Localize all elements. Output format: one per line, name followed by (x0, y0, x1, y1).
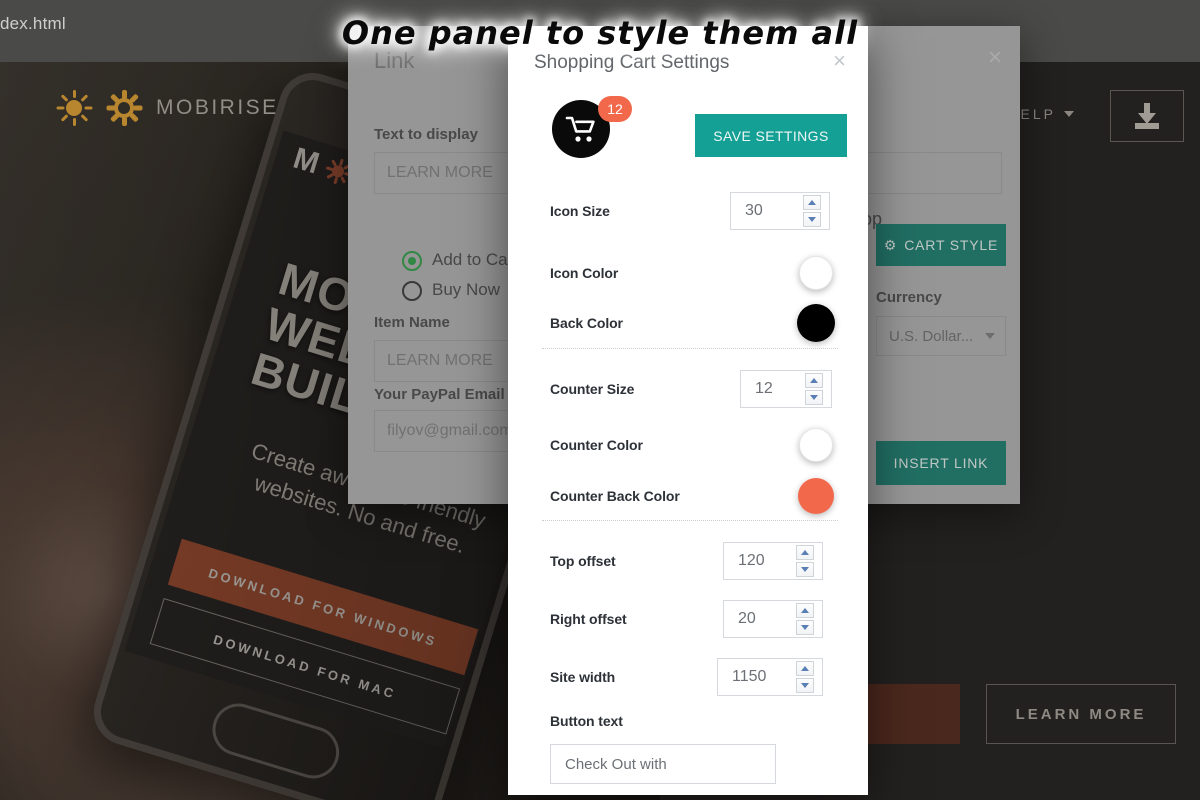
spinner-up-icon[interactable] (796, 603, 814, 618)
currency-label: Currency (876, 289, 942, 306)
radio-buy-now-label: Buy Now (432, 280, 501, 299)
spinner-arrows[interactable] (792, 542, 818, 580)
icon-size-spinner[interactable]: 30 (730, 192, 830, 230)
counter-size-spinner[interactable]: 12 (740, 370, 832, 408)
field-button-text-label: Button text (550, 713, 623, 729)
field-site-width-label: Site width (550, 669, 616, 685)
counter-size-value[interactable]: 12 (741, 380, 801, 398)
radio-add-to-cart[interactable] (402, 251, 422, 271)
field-back-color: Back Color (508, 294, 868, 352)
spinner-down-icon[interactable] (796, 620, 814, 635)
chevron-down-icon (251, 718, 287, 749)
back-color-swatch[interactable] (797, 304, 835, 342)
field-icon-size-label: Icon Size (550, 203, 610, 219)
spinner-arrows[interactable] (792, 658, 818, 696)
currency-select-value: U.S. Dollar... (889, 327, 974, 345)
spinner-down-icon[interactable] (803, 212, 821, 227)
sun-filled-icon (56, 90, 92, 126)
site-width-value[interactable]: 1150 (718, 668, 792, 686)
radio-buy-now[interactable] (402, 281, 422, 301)
field-top-offset-label: Top offset (550, 553, 616, 569)
spinner-down-icon[interactable] (796, 562, 814, 577)
field-counter-back-color: Counter Back Color (508, 467, 868, 525)
field-counter-back-color-label: Counter Back Color (550, 488, 680, 504)
chevron-down-icon (1064, 111, 1074, 117)
radio-add-to-cart-label: Add to Cart (432, 250, 518, 269)
insert-link-button[interactable]: INSERT LINK (876, 441, 1006, 485)
gear-icon: ⚙ (883, 236, 898, 253)
spinner-up-icon[interactable] (796, 545, 814, 560)
spinner-up-icon[interactable] (796, 661, 814, 676)
field-site-width: Site width 1150 (508, 648, 868, 706)
field-counter-size: Counter Size 12 (508, 360, 868, 418)
site-brand[interactable]: MOBIRISE (56, 90, 279, 126)
divider (542, 348, 838, 349)
chevron-down-icon (985, 333, 995, 339)
phone-download-windows-button[interactable]: DOWNLOAD FOR WINDOWS (167, 538, 479, 676)
field-counter-size-label: Counter Size (550, 381, 635, 397)
cart-style-button[interactable]: ⚙ CART STYLE (876, 224, 1006, 266)
panel-title: Shopping Cart Settings (534, 52, 730, 73)
shopping-cart-settings-panel: Shopping Cart Settings × 12 SAVE SETTING… (508, 26, 868, 795)
field-back-color-label: Back Color (550, 315, 623, 331)
spinner-arrows[interactable] (792, 600, 818, 638)
cart-badge-count: 12 (598, 96, 632, 122)
field-icon-size: Icon Size 30 (508, 182, 868, 240)
field-counter-color: Counter Color (508, 416, 868, 474)
close-icon[interactable]: × (833, 50, 846, 72)
download-icon (1133, 103, 1161, 129)
icon-color-swatch[interactable] (799, 256, 833, 290)
banner-caption: One panel to style them all (341, 14, 859, 52)
sun-outline-icon (106, 90, 142, 126)
currency-select[interactable]: U.S. Dollar... (876, 316, 1006, 356)
spinner-up-icon[interactable] (803, 195, 821, 210)
field-counter-color-label: Counter Color (550, 437, 643, 453)
spinner-up-icon[interactable] (805, 373, 823, 388)
spinner-arrows[interactable] (799, 192, 825, 230)
cart-style-button-label: CART STYLE (904, 237, 999, 253)
right-offset-value[interactable]: 20 (724, 610, 792, 628)
text-to-display-label: Text to display (374, 126, 478, 143)
save-settings-button[interactable]: SAVE SETTINGS (695, 114, 847, 157)
item-name-label: Item Name (374, 314, 450, 331)
field-button-text: Button text (508, 708, 868, 734)
save-settings-button-label: SAVE SETTINGS (713, 127, 829, 144)
top-offset-spinner[interactable]: 120 (723, 542, 823, 580)
screenshot-root: dex.html M MOB WEBS BUILD Create friendl… (0, 0, 1200, 800)
field-icon-color-label: Icon Color (550, 265, 619, 281)
phone-home-button (206, 697, 346, 785)
spinner-arrows[interactable] (801, 370, 827, 408)
icon-size-value[interactable]: 30 (731, 202, 799, 220)
field-right-offset: Right offset 20 (508, 590, 868, 648)
divider (542, 520, 838, 521)
shopping-cart-icon (565, 116, 595, 142)
header-download-button[interactable] (1110, 90, 1184, 142)
right-offset-spinner[interactable]: 20 (723, 600, 823, 638)
paypal-email-label: Your PayPal Email (374, 386, 505, 403)
button-text-input[interactable]: Check Out with (550, 744, 776, 784)
field-top-offset: Top offset 120 (508, 532, 868, 590)
insert-link-button-label: INSERT LINK (893, 455, 989, 471)
top-offset-value[interactable]: 120 (724, 552, 792, 570)
spinner-down-icon[interactable] (796, 678, 814, 693)
field-right-offset-label: Right offset (550, 611, 627, 627)
spinner-down-icon[interactable] (805, 390, 823, 405)
phone-download-mac-button[interactable]: DOWNLOAD FOR MAC (149, 597, 461, 735)
site-width-spinner[interactable]: 1150 (717, 658, 823, 696)
site-brand-name: MOBIRISE (156, 96, 279, 119)
hero-learn-more-button[interactable]: LEARN MORE (986, 684, 1176, 744)
counter-color-swatch[interactable] (799, 428, 833, 462)
counter-back-color-swatch[interactable] (798, 478, 834, 514)
